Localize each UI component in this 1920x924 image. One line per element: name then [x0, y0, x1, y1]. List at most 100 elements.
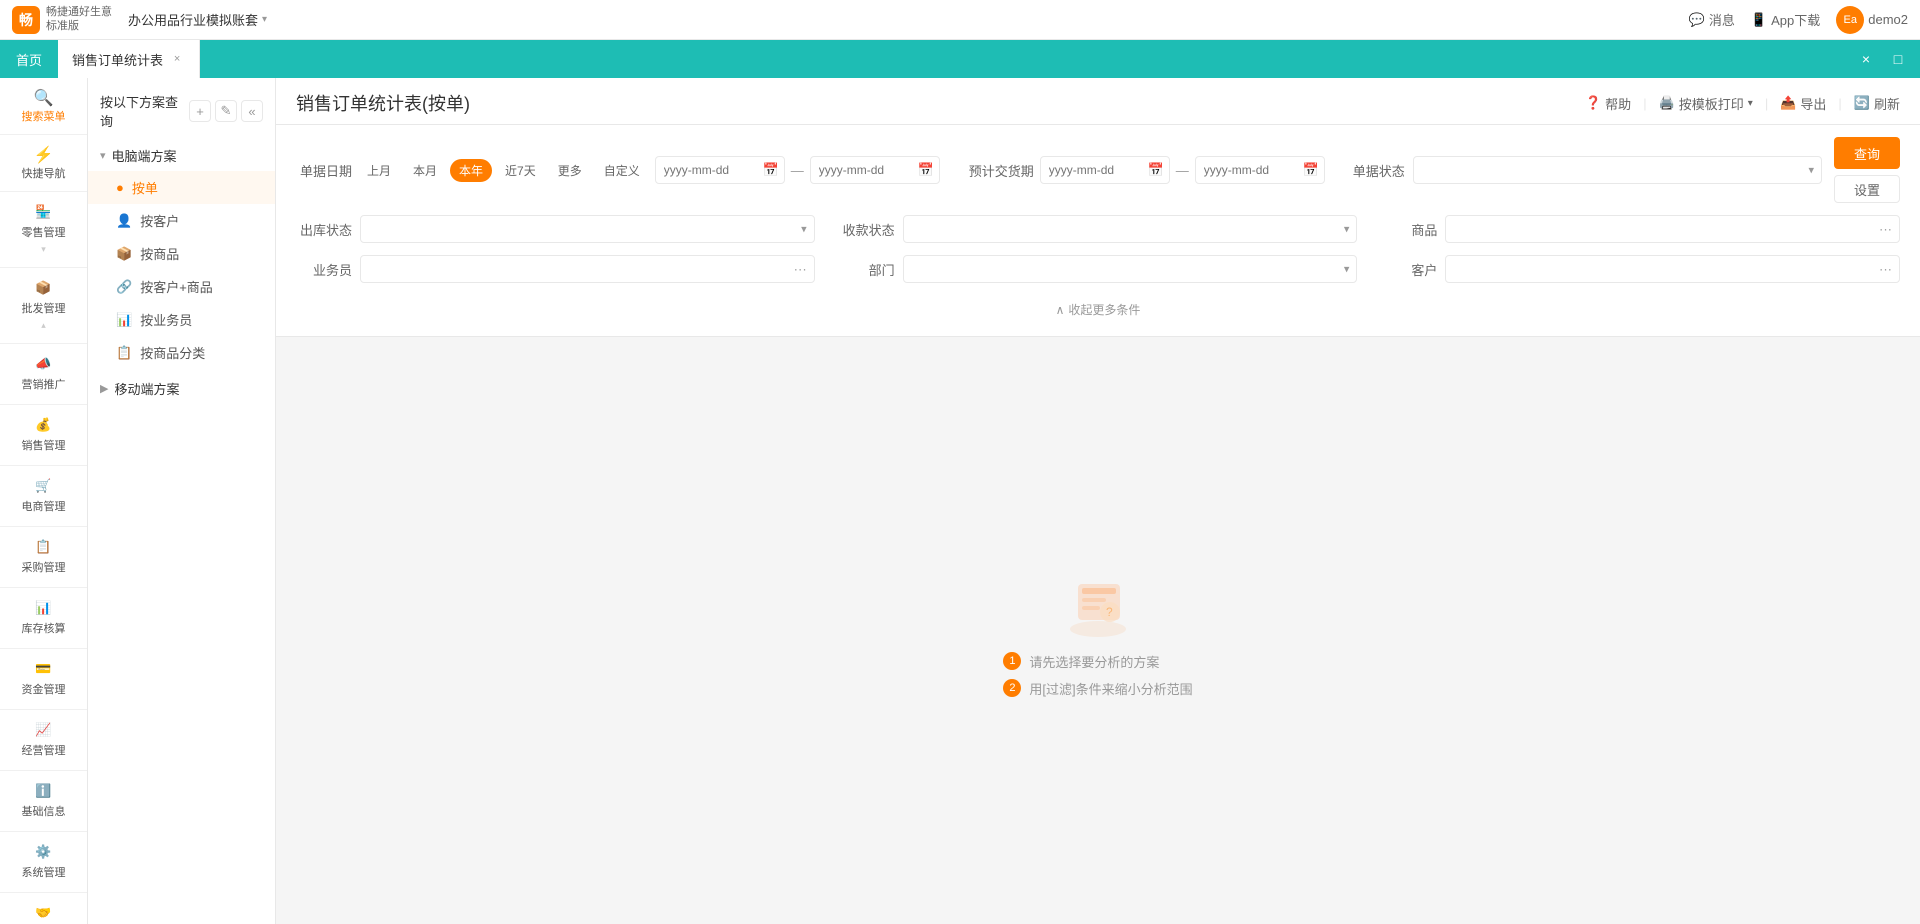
filter-row-2: 出库状态 ▾ 收款状态 ▾ 商品	[296, 215, 1900, 243]
sidebar-item-operation[interactable]: 📈 经营管理	[0, 710, 87, 771]
settings-button[interactable]: 设置	[1834, 175, 1900, 203]
scheme-group-mobile-header[interactable]: ▶ 移动端方案	[88, 373, 275, 404]
tab-sales-order[interactable]: 销售订单统计表 ×	[58, 40, 200, 78]
sidebar-item-ecommerce[interactable]: 🛒 电商管理	[0, 466, 87, 527]
sidebar-item-quick-nav[interactable]: ⚡ 快捷导航	[0, 135, 87, 192]
sales-icon: 💰	[35, 417, 51, 433]
product-more-icon: ···	[1879, 222, 1892, 237]
print-chevron-icon: ▾	[1748, 98, 1753, 109]
empty-illustration: ?	[1058, 564, 1138, 644]
tab-home[interactable]: 首页	[0, 40, 58, 78]
query-button[interactable]: 查询	[1834, 137, 1900, 169]
cust-prod-scheme-icon: 🔗	[116, 279, 132, 295]
product-col: 商品 ···	[1381, 215, 1900, 243]
collapse-scheme-button[interactable]: «	[241, 100, 263, 122]
edit-scheme-button[interactable]: ✎	[215, 100, 237, 122]
delivery-from-input[interactable]	[1040, 156, 1170, 184]
empty-tip-2: 2 用[过滤]条件来缩小分析范围	[1003, 679, 1192, 698]
date-label: 单据日期	[296, 161, 352, 180]
date-btn-this-month[interactable]: 本月	[404, 159, 446, 182]
date-btn-custom[interactable]: 自定义	[595, 159, 649, 182]
product-input[interactable]	[1445, 215, 1900, 243]
date-to-wrap: 📅	[810, 156, 940, 184]
retail-icon: 🏪	[35, 204, 51, 220]
date-from-input[interactable]	[655, 156, 785, 184]
refresh-action[interactable]: 🔄 刷新	[1854, 94, 1900, 113]
scheme-item-by-category[interactable]: 📋 按商品分类	[88, 336, 275, 369]
tab-close-icon[interactable]: ×	[169, 51, 185, 67]
order-status-select-wrap: ▾	[1413, 156, 1822, 184]
scheme-item-by-product[interactable]: 📦 按商品	[88, 237, 275, 270]
salesman-input[interactable]	[360, 255, 815, 283]
message-action[interactable]: 💬 消息	[1689, 10, 1735, 29]
customer-scheme-icon: 👤	[116, 213, 132, 229]
product-input-wrap: ···	[1445, 215, 1900, 243]
user-area[interactable]: Ea demo2	[1836, 6, 1908, 34]
logo-text: 畅捷通好生意 标准版	[46, 6, 112, 32]
salesman-scheme-icon: 📊	[116, 312, 132, 328]
content-area: 按以下方案查询 + ✎ « ▾ 电脑端方案 ● 按单 👤 按客户	[88, 78, 1920, 924]
window-close-button[interactable]: ×	[1852, 45, 1880, 73]
app-selector[interactable]: 办公用品行业模拟账套 ▾	[120, 6, 275, 33]
download-action[interactable]: 📱 App下载	[1751, 10, 1820, 29]
date-to-input[interactable]	[810, 156, 940, 184]
date-btn-this-year[interactable]: 本年	[450, 159, 492, 182]
date-shortcuts: 上月 本月 本年 近7天 更多 自定义	[358, 159, 649, 182]
payment-status-select[interactable]	[903, 215, 1358, 243]
collapse-up-icon: ∧	[1056, 303, 1065, 317]
customer-more-icon: ···	[1879, 262, 1892, 277]
main-layout: 🔍 搜索菜单 ⚡ 快捷导航 🏪 零售管理 ▾ 📦 批发管理 ▴ 📣 营销推广 💰…	[0, 78, 1920, 924]
sidebar-item-system[interactable]: ⚙️ 系统管理	[0, 832, 87, 893]
date-btn-more[interactable]: 更多	[549, 159, 591, 182]
finance-icon: 💳	[35, 661, 51, 677]
scheme-panel-actions: + ✎ «	[189, 100, 263, 122]
page-title: 销售订单统计表(按单)	[296, 90, 470, 116]
svg-text:?: ?	[1106, 605, 1113, 619]
sidebar-item-retail[interactable]: 🏪 零售管理 ▾	[0, 192, 87, 268]
window-maximize-button[interactable]: □	[1884, 45, 1912, 73]
order-status-select[interactable]	[1413, 156, 1822, 184]
sidebar-item-basic[interactable]: ℹ️ 基础信息	[0, 771, 87, 832]
empty-tip-1: 1 请先选择要分析的方案	[1003, 652, 1192, 671]
product-label: 商品	[1381, 220, 1437, 239]
print-icon: 🖨️	[1659, 95, 1675, 111]
date-btn-last-month[interactable]: 上月	[358, 159, 400, 182]
help-action[interactable]: ❓ 帮助	[1585, 94, 1631, 113]
sidebar-item-sales[interactable]: 💰 销售管理	[0, 405, 87, 466]
ship-status-select[interactable]	[360, 215, 815, 243]
scheme-item-by-cust-prod[interactable]: 🔗 按客户+商品	[88, 270, 275, 303]
logo-area: 畅 畅捷通好生意 标准版	[12, 6, 112, 34]
top-bar-right: 💬 消息 📱 App下载 Ea demo2	[1689, 6, 1908, 34]
collapse-row[interactable]: ∧ 收起更多条件	[296, 295, 1900, 324]
customer-input[interactable]	[1445, 255, 1900, 283]
sidebar-item-finance[interactable]: 💳 资金管理	[0, 649, 87, 710]
sidebar-item-corp[interactable]: 🤝 企业协同	[0, 893, 87, 924]
salesman-input-wrap: ···	[360, 255, 815, 283]
order-status-col: 单据状态 ▾	[1349, 156, 1822, 184]
salesman-col: 业务员 ···	[296, 255, 815, 283]
order-scheme-icon: ●	[116, 180, 124, 195]
filter-row-3: 业务员 ··· 部门 ▾ 客户	[296, 255, 1900, 283]
add-scheme-button[interactable]: +	[189, 100, 211, 122]
sidebar-item-purchase[interactable]: 📋 采购管理	[0, 527, 87, 588]
department-select[interactable]	[903, 255, 1358, 283]
delivery-to-input[interactable]	[1195, 156, 1325, 184]
message-icon: 💬	[1689, 12, 1705, 28]
scheme-item-by-salesman[interactable]: 📊 按业务员	[88, 303, 275, 336]
scheme-item-by-customer[interactable]: 👤 按客户	[88, 204, 275, 237]
scheme-panel: 按以下方案查询 + ✎ « ▾ 电脑端方案 ● 按单 👤 按客户	[88, 78, 276, 924]
empty-tips: 1 请先选择要分析的方案 2 用[过滤]条件来缩小分析范围	[1003, 652, 1192, 698]
sidebar-item-marketing[interactable]: 📣 营销推广	[0, 344, 87, 405]
marketing-icon: 📣	[35, 356, 51, 372]
date-btn-7days[interactable]: 近7天	[496, 159, 545, 182]
sidebar-search[interactable]: 🔍 搜索菜单	[0, 78, 87, 135]
chevron-down-icon: ▾	[100, 149, 106, 162]
payment-status-select-wrap: ▾	[903, 215, 1358, 243]
scheme-item-by-order[interactable]: ● 按单	[88, 171, 275, 204]
scheme-group-pc-header[interactable]: ▾ 电脑端方案	[88, 140, 275, 171]
filter-row-1: 单据日期 上月 本月 本年 近7天 更多 自定义 📅	[296, 137, 1900, 203]
export-action[interactable]: 📤 导出	[1780, 94, 1826, 113]
print-action[interactable]: 🖨️ 按模板打印 ▾	[1659, 94, 1753, 113]
sidebar-item-wholesale[interactable]: 📦 批发管理 ▴	[0, 268, 87, 344]
sidebar-item-inventory[interactable]: 📊 库存核算	[0, 588, 87, 649]
